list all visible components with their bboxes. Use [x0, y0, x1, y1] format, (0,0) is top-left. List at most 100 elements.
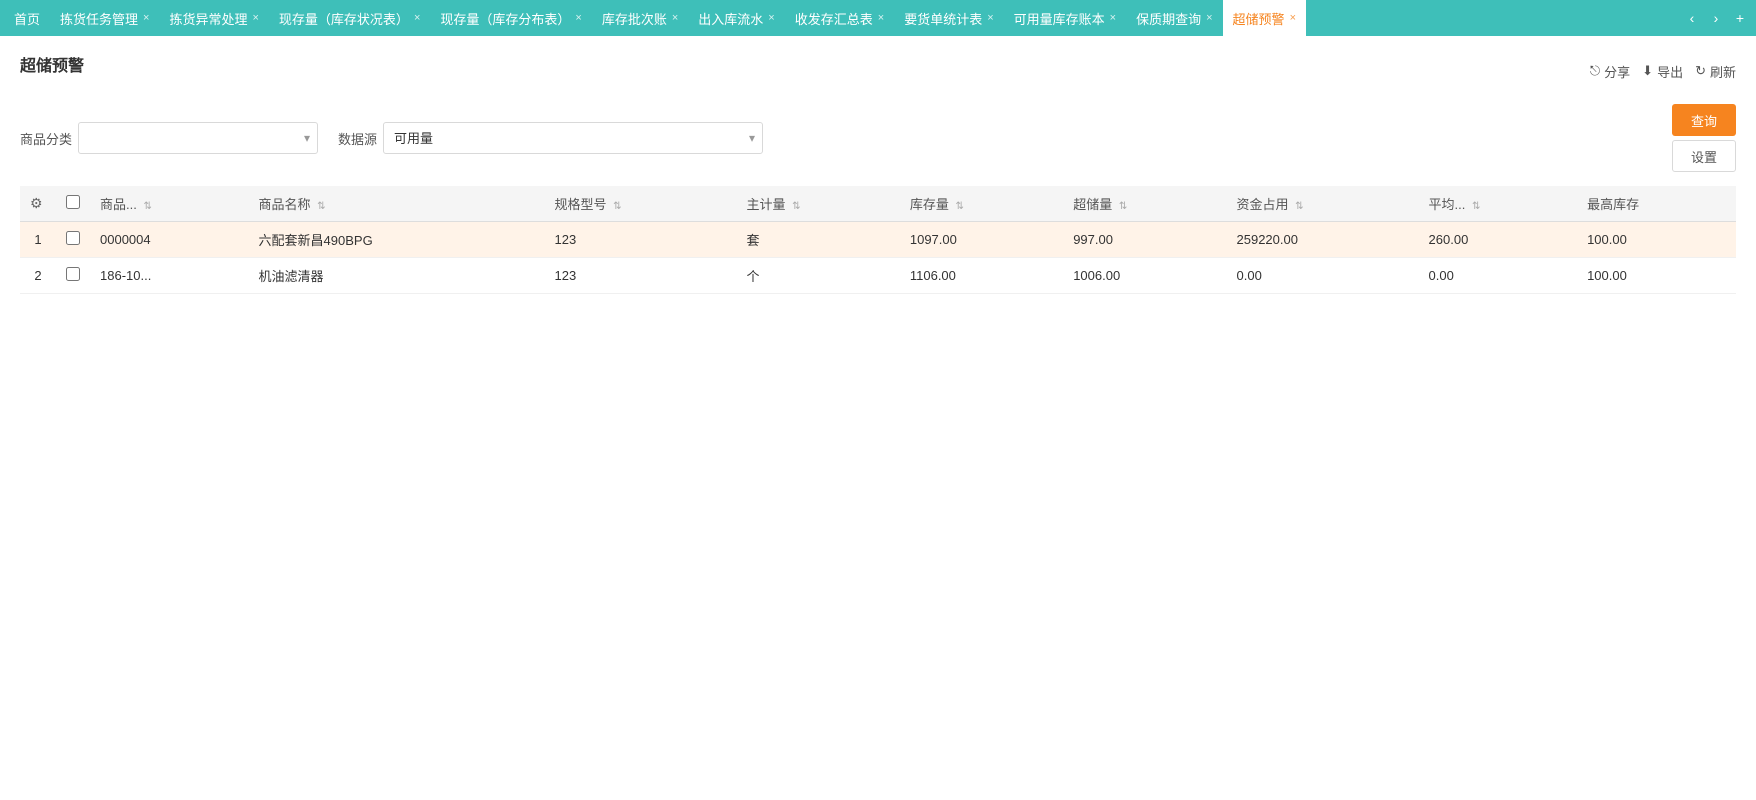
datasource-select[interactable]: 可用量 库存量 [383, 122, 763, 154]
close-icon[interactable]: × [987, 12, 993, 24]
row-checkbox[interactable] [66, 267, 80, 281]
close-icon[interactable]: × [1206, 12, 1212, 24]
export-icon: ⬇ [1642, 63, 1653, 79]
nav-expand-button[interactable]: + [1728, 0, 1752, 36]
nav-item-inout-flow[interactable]: 出入库流水 × [688, 0, 784, 36]
category-select[interactable] [78, 122, 318, 154]
page-title: 超储预警 [20, 52, 84, 76]
nav-item-abnormal[interactable]: 拣货异常处理 × [159, 0, 268, 36]
col-avg[interactable]: 平均... ⇅ [1419, 186, 1578, 222]
col-stock[interactable]: 库存量 ⇅ [900, 186, 1063, 222]
nav-item-overstock[interactable]: 超储预警 × [1223, 0, 1306, 36]
sort-icon: ⇅ [956, 201, 964, 212]
export-button[interactable]: ⬇ 导出 [1642, 62, 1683, 81]
close-icon[interactable]: × [252, 12, 258, 24]
table-row: 2 186-10... 机油滤清器 123 个 1106.00 1006.00 … [20, 258, 1736, 294]
cell-max-stock: 100.00 [1577, 222, 1736, 258]
nav-item-label: 超储预警 [1233, 9, 1285, 28]
close-icon[interactable]: × [143, 12, 149, 24]
close-icon[interactable]: × [575, 12, 581, 24]
filter-row: 商品分类 ▾ 数据源 可用量 库存量 ▾ 查询 设置 [20, 104, 1736, 172]
close-icon[interactable]: × [768, 12, 774, 24]
nav-arrows: ‹ › + [1680, 0, 1752, 36]
cell-stock: 1106.00 [900, 258, 1063, 294]
nav-item-home[interactable]: 首页 [4, 0, 50, 36]
row-checkbox-cell[interactable] [56, 222, 90, 258]
cell-spec: 123 [545, 258, 737, 294]
nav-item-stock-dist[interactable]: 现存量（库存分布表） × [430, 0, 591, 36]
row-checkbox[interactable] [66, 231, 80, 245]
nav-item-order-stat[interactable]: 要货单统计表 × [894, 0, 1003, 36]
page-header: 超储预警 ⎋ 分享 ⬇ 导出 ↻ 刷新 [20, 52, 1736, 90]
col-max-stock[interactable]: 最高库存 [1577, 186, 1736, 222]
cell-avg: 260.00 [1419, 222, 1578, 258]
col-overstock-label: 超储量 [1073, 197, 1112, 212]
col-unit[interactable]: 主计量 ⇅ [737, 186, 900, 222]
nav-item-label: 可用量库存账本 [1014, 9, 1105, 28]
col-spec-label: 规格型号 [555, 197, 607, 212]
col-product-code[interactable]: 商品... ⇅ [90, 186, 249, 222]
close-icon[interactable]: × [878, 12, 884, 24]
cell-capital: 0.00 [1227, 258, 1419, 294]
sort-icon: ⇅ [317, 201, 325, 212]
col-avg-label: 平均... [1429, 197, 1466, 212]
nav-item-label: 库存批次账 [602, 9, 667, 28]
settings-col-header[interactable]: ⚙ [20, 186, 56, 222]
page-content: 超储预警 ⎋ 分享 ⬇ 导出 ↻ 刷新 商品分类 ▾ [0, 36, 1756, 310]
table-row: 1 0000004 六配套新昌490BPG 123 套 1097.00 997.… [20, 222, 1736, 258]
nav-item-batch[interactable]: 库存批次账 × [592, 0, 688, 36]
cell-product-name: 机油滤清器 [249, 258, 545, 294]
settings-button[interactable]: 设置 [1672, 140, 1736, 172]
refresh-button[interactable]: ↻ 刷新 [1695, 62, 1736, 81]
row-num: 2 [20, 258, 56, 294]
nav-item-label: 收发存汇总表 [795, 9, 873, 28]
nav-item-avail-ledger[interactable]: 可用量库存账本 × [1004, 0, 1126, 36]
close-icon[interactable]: × [1290, 12, 1296, 24]
nav-item-quality[interactable]: 保质期查询 × [1126, 0, 1222, 36]
col-product-name[interactable]: 商品名称 ⇅ [249, 186, 545, 222]
col-capital[interactable]: 资金占用 ⇅ [1227, 186, 1419, 222]
close-icon[interactable]: × [672, 12, 678, 24]
nav-item-label: 要货单统计表 [904, 9, 982, 28]
share-button[interactable]: ⎋ 分享 [1590, 62, 1630, 81]
cell-unit: 个 [737, 258, 900, 294]
nav-item-stock-status[interactable]: 现存量（库存状况表） × [269, 0, 430, 36]
cell-avg: 0.00 [1419, 258, 1578, 294]
nav-item-label: 现存量（库存状况表） [279, 9, 409, 28]
nav-item-label: 拣货异常处理 [169, 9, 247, 28]
row-checkbox-cell[interactable] [56, 258, 90, 294]
cell-stock: 1097.00 [900, 222, 1063, 258]
nav-prev-button[interactable]: ‹ [1680, 0, 1704, 36]
nav-item-collect[interactable]: 收发存汇总表 × [785, 0, 894, 36]
nav-item-label: 保质期查询 [1136, 9, 1201, 28]
table-header: ⚙ 商品... ⇅ 商品名称 ⇅ 规格型号 ⇅ 主计量 [20, 186, 1736, 222]
row-num: 1 [20, 222, 56, 258]
sort-icon: ⇅ [1119, 201, 1127, 212]
nav-item-label: 出入库流水 [698, 9, 763, 28]
datasource-label: 数据源 [338, 129, 377, 148]
table-body: 1 0000004 六配套新昌490BPG 123 套 1097.00 997.… [20, 222, 1736, 294]
col-unit-label: 主计量 [747, 197, 786, 212]
cell-overstock: 1006.00 [1063, 258, 1226, 294]
datasource-select-wrapper: 可用量 库存量 ▾ [383, 122, 763, 154]
close-icon[interactable]: × [1110, 12, 1116, 24]
col-stock-label: 库存量 [910, 197, 949, 212]
nav-item-task-mgmt[interactable]: 拣货任务管理 × [50, 0, 159, 36]
col-product-code-label: 商品... [100, 197, 137, 212]
col-spec[interactable]: 规格型号 ⇅ [545, 186, 737, 222]
nav-next-button[interactable]: › [1704, 0, 1728, 36]
close-icon[interactable]: × [414, 12, 420, 24]
cell-unit: 套 [737, 222, 900, 258]
top-nav: 首页 拣货任务管理 × 拣货异常处理 × 现存量（库存状况表） × 现存量（库存… [0, 0, 1756, 36]
col-capital-label: 资金占用 [1237, 197, 1289, 212]
sort-icon: ⇅ [1472, 201, 1480, 212]
col-overstock[interactable]: 超储量 ⇅ [1063, 186, 1226, 222]
query-button[interactable]: 查询 [1672, 104, 1736, 136]
select-all-checkbox[interactable] [66, 195, 80, 209]
checkbox-col-header[interactable] [56, 186, 90, 222]
table-header-row: ⚙ 商品... ⇅ 商品名称 ⇅ 规格型号 ⇅ 主计量 [20, 186, 1736, 222]
refresh-icon: ↻ [1695, 63, 1706, 79]
cell-overstock: 997.00 [1063, 222, 1226, 258]
col-product-name-label: 商品名称 [259, 197, 311, 212]
cell-capital: 259220.00 [1227, 222, 1419, 258]
